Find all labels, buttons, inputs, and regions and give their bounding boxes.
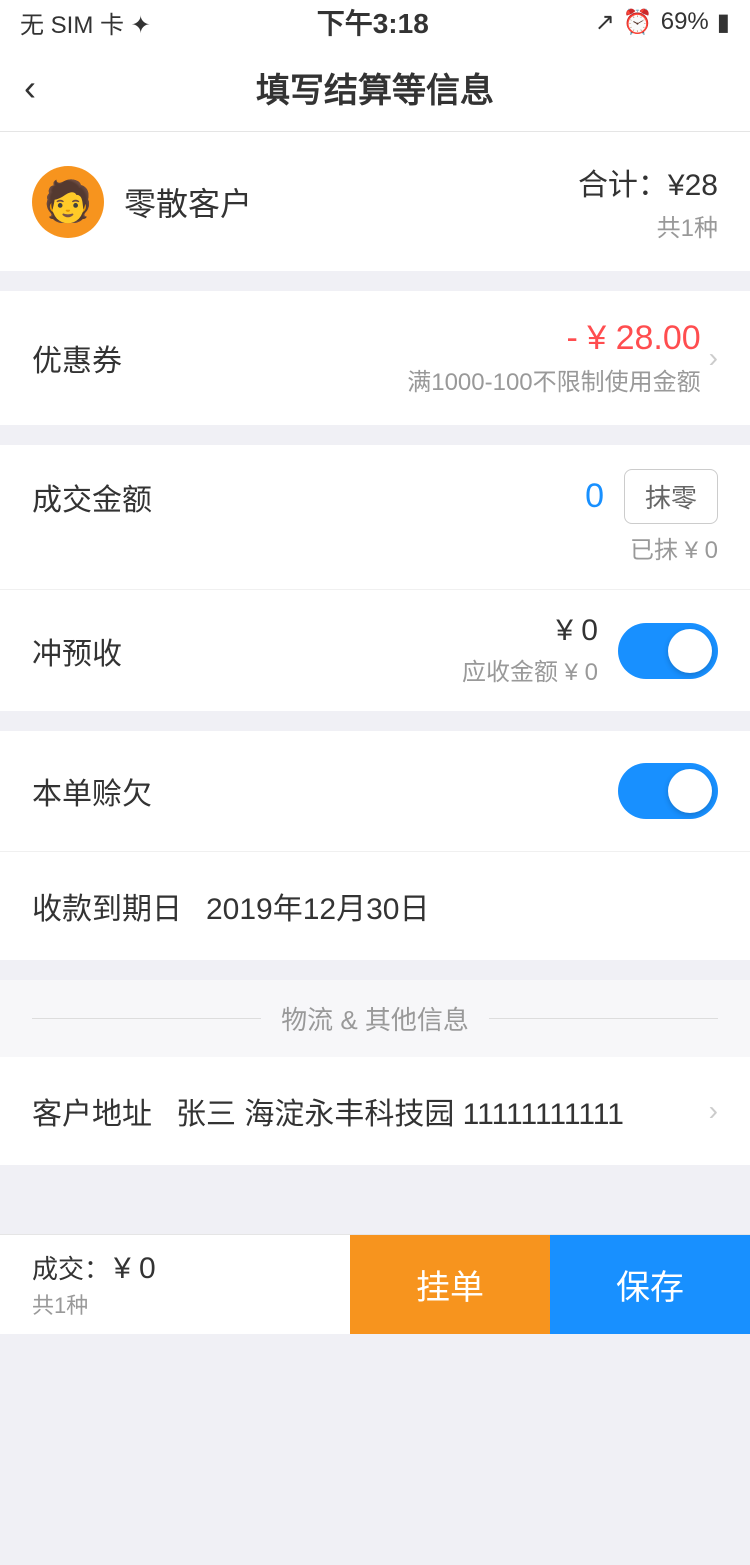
battery-icon: ▮ [717, 8, 730, 37]
logistics-label: 物流 & 其他信息 [281, 1000, 469, 1037]
nav-bar: ‹ 填写结算等信息 [0, 44, 750, 132]
customer-row: 🧑 零散客户 合计：¥28 共1种 [0, 132, 750, 271]
due-date-value: 2019年12月30日 [206, 884, 429, 928]
divider-2 [0, 425, 750, 445]
battery-level: 69% [661, 8, 709, 36]
deal-value-wrap: 0 抹零 [585, 469, 718, 524]
prepay-toggle[interactable] [618, 623, 718, 679]
status-bar: 无 SIM 卡 ✦ 下午3:18 ↗ ⏰ 69% ▮ [0, 0, 750, 44]
customer-name: 零散客户 [124, 179, 252, 225]
bottom-deal-label: 成交： [32, 1249, 110, 1286]
status-time: 下午3:18 [317, 2, 429, 42]
deal-amount-value: 0 [585, 477, 604, 516]
divider-1 [0, 271, 750, 291]
customer-left: 🧑 零散客户 [32, 166, 252, 238]
deal-amount-row: 成交金额 0 抹零 已抹 ¥ 0 [0, 445, 750, 590]
location-icon: ↗ [595, 8, 615, 37]
back-button[interactable]: ‹ [24, 67, 36, 109]
pending-button[interactable]: 挂单 [350, 1235, 550, 1334]
coupon-right: - ¥ 28.00 满1000-100不限制使用金额 [407, 319, 700, 397]
deal-amount-sub: 已抹 ¥ 0 [32, 530, 718, 565]
logistics-line-right [489, 1018, 718, 1019]
prepay-row: 冲预收 ¥ 0 应收金额 ¥ 0 [0, 590, 750, 711]
coupon-label: 优惠券 [32, 336, 122, 380]
credit-label: 本单赊欠 [32, 769, 152, 813]
coupon-discount: - ¥ 28.00 [566, 319, 700, 358]
deal-amount-label: 成交金额 [32, 475, 152, 519]
prepay-value-wrap: ¥ 0 应收金额 ¥ 0 [462, 614, 598, 687]
bottom-deal-value: ¥ 0 [114, 1252, 156, 1286]
address-chevron-icon: › [709, 1095, 718, 1127]
coupon-subtext: 满1000-100不限制使用金额 [407, 362, 700, 397]
bottom-deal-count: 共1种 [32, 1288, 318, 1320]
alarm-icon: ⏰ [623, 8, 653, 37]
status-right: ↗ ⏰ 69% ▮ [595, 8, 730, 37]
address-row[interactable]: 客户地址 张三 海淀永丰科技园 11111111111 › [0, 1057, 750, 1165]
avatar: 🧑 [32, 166, 104, 238]
divider-4 [0, 960, 750, 980]
prepay-top: 冲预收 ¥ 0 应收金额 ¥ 0 [32, 614, 718, 687]
save-button[interactable]: 保存 [550, 1235, 750, 1334]
deal-section: 成交金额 0 抹零 已抹 ¥ 0 冲预收 ¥ 0 应收金额 ¥ 0 [0, 445, 750, 711]
address-value: 张三 海淀永丰科技园 11111111111 [176, 1089, 709, 1133]
address-label: 客户地址 [32, 1089, 152, 1133]
page-title: 填写结算等信息 [256, 63, 494, 112]
coupon-section: 优惠券 - ¥ 28.00 满1000-100不限制使用金额 › [0, 291, 750, 425]
prepay-value: ¥ 0 [462, 614, 598, 648]
prepay-sub: 应收金额 ¥ 0 [462, 652, 598, 687]
round-zero-button[interactable]: 抹零 [624, 469, 718, 524]
credit-toggle[interactable] [618, 763, 718, 819]
due-date-row: 收款到期日 2019年12月30日 [0, 852, 750, 960]
prepay-right: ¥ 0 应收金额 ¥ 0 [462, 614, 718, 687]
sim-status: 无 SIM 卡 ✦ [20, 5, 151, 40]
address-section: 客户地址 张三 海淀永丰科技园 11111111111 › [0, 1057, 750, 1165]
prepay-label: 冲预收 [32, 629, 122, 673]
coupon-row[interactable]: 优惠券 - ¥ 28.00 满1000-100不限制使用金额 › [0, 291, 750, 425]
status-left: 无 SIM 卡 ✦ [20, 5, 151, 40]
credit-row: 本单赊欠 [0, 731, 750, 852]
coupon-chevron-icon: › [709, 342, 718, 374]
credit-section: 本单赊欠 收款到期日 2019年12月30日 [0, 731, 750, 960]
divider-3 [0, 711, 750, 731]
avatar-icon: 🧑 [43, 178, 93, 225]
bottom-info: 成交： ¥ 0 共1种 [0, 1235, 350, 1334]
logistics-header: 物流 & 其他信息 [0, 980, 750, 1057]
due-date-label: 收款到期日 [32, 884, 182, 928]
bottom-bar: 成交： ¥ 0 共1种 挂单 保存 [0, 1234, 750, 1334]
customer-right: 合计：¥28 共1种 [578, 160, 718, 243]
customer-total: 合计：¥28 [578, 160, 718, 204]
customer-count: 共1种 [578, 208, 718, 243]
customer-section: 🧑 零散客户 合计：¥28 共1种 [0, 132, 750, 271]
logistics-line-left [32, 1018, 261, 1019]
deal-amount-top: 成交金额 0 抹零 [32, 469, 718, 524]
